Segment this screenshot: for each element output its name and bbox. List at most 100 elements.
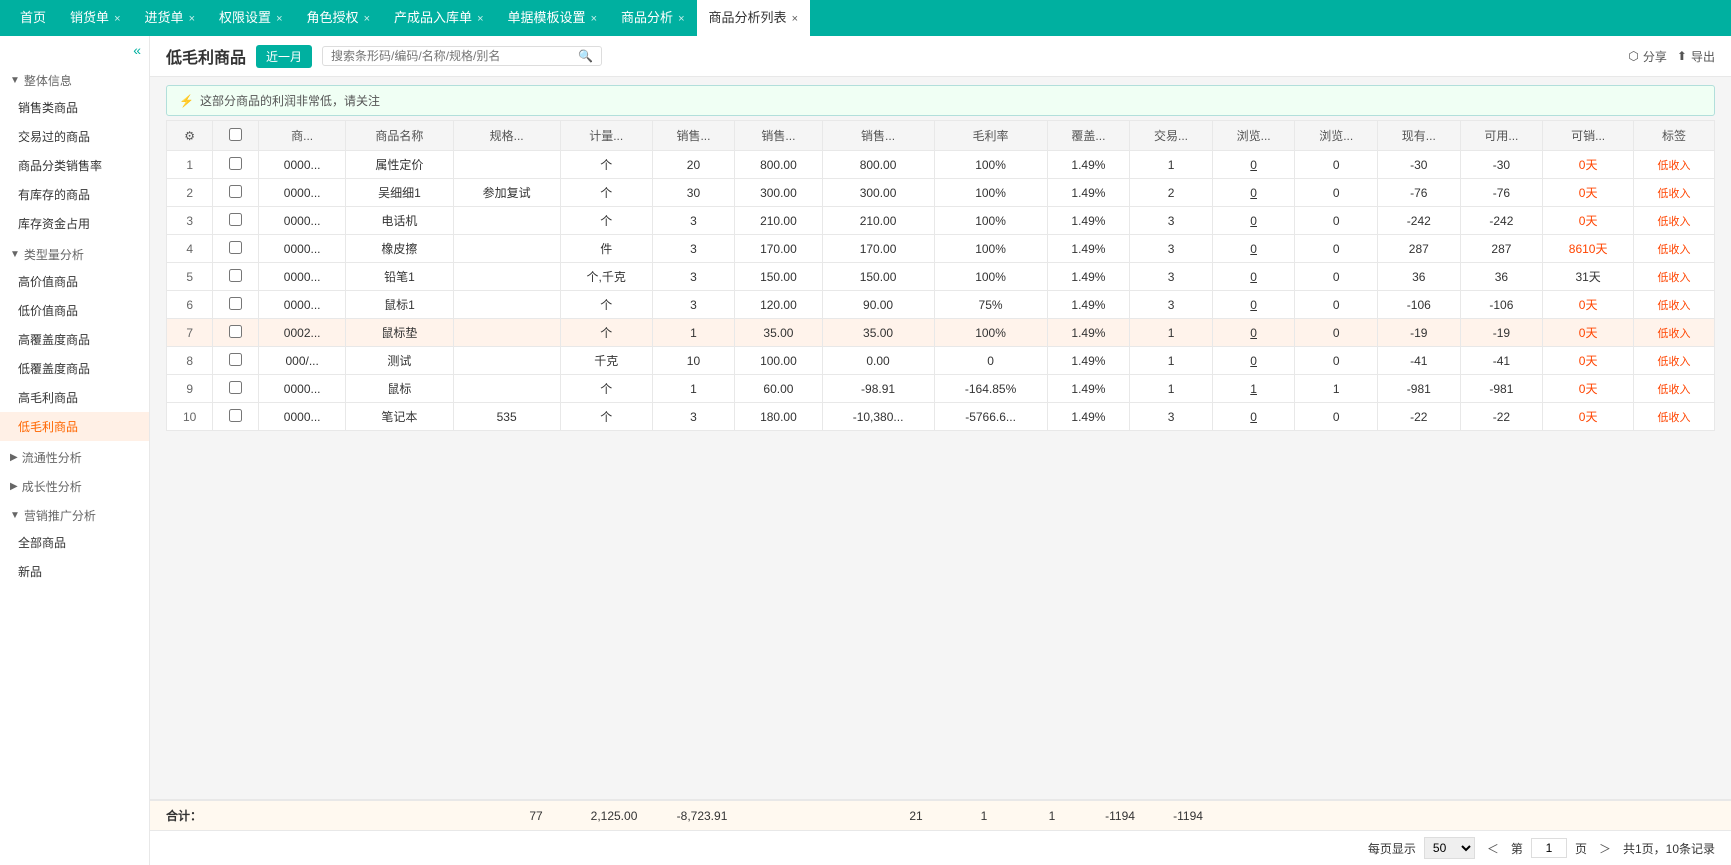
col-trade[interactable]: 交易... [1130,121,1213,151]
row-view1[interactable]: 0 [1212,403,1295,431]
row-check[interactable] [213,179,259,207]
row-check[interactable] [213,403,259,431]
col-name[interactable]: 商品名称 [346,121,453,151]
search-box[interactable]: 🔍 [322,46,602,66]
row-checkbox[interactable] [229,269,242,282]
nav-purchase[interactable]: 进货单 × [133,0,208,36]
sidebar-item-sales-goods[interactable]: 销售类商品 [0,93,149,122]
row-view1[interactable]: 0 [1212,319,1295,347]
row-view1[interactable]: 0 [1212,179,1295,207]
col-check[interactable] [213,121,259,151]
view1-link[interactable]: 0 [1250,270,1257,284]
sidebar-item-low-coverage[interactable]: 低覆盖度商品 [0,354,149,383]
nav-goods-analysis-list[interactable]: 商品分析列表 × [697,0,811,36]
view1-link[interactable]: 0 [1250,214,1257,228]
view1-link[interactable]: 0 [1250,410,1257,424]
row-check[interactable] [213,375,259,403]
col-stock-now[interactable]: 现有... [1378,121,1461,151]
sidebar-group-overall[interactable]: ▼ 整体信息 [0,64,149,93]
sidebar-item-stock-capital[interactable]: 库存资金占用 [0,209,149,238]
col-sales-price[interactable]: 销售... [735,121,822,151]
col-view1[interactable]: 浏览... [1212,121,1295,151]
col-stock-avail[interactable]: 可用... [1460,121,1543,151]
next-page-btn[interactable]: ＞ [1595,838,1615,859]
sidebar-item-instock-goods[interactable]: 有库存的商品 [0,180,149,209]
row-check[interactable] [213,263,259,291]
row-checkbox[interactable] [229,325,242,338]
col-sales-qty[interactable]: 销售... [652,121,735,151]
row-check[interactable] [213,151,259,179]
sidebar-group-type[interactable]: ▼ 类型量分析 [0,238,149,267]
row-checkbox[interactable] [229,213,242,226]
col-stock-sell[interactable]: 可销... [1543,121,1634,151]
row-check[interactable] [213,207,259,235]
data-table-container[interactable]: ⚙ 商... 商品名称 规格... 计量... 销售... 销售... 销售..… [166,120,1715,799]
row-view1[interactable]: 0 [1212,207,1295,235]
view1-link[interactable]: 0 [1250,186,1257,200]
export-btn[interactable]: ⬆ 导出 [1677,48,1715,65]
nav-sales[interactable]: 销货单 × [58,0,133,36]
row-view1[interactable]: 0 [1212,151,1295,179]
sidebar-collapse-btn[interactable]: « [133,42,141,58]
row-check[interactable] [213,291,259,319]
sidebar-group-growth[interactable]: ▶ 成长性分析 [0,470,149,499]
row-view1[interactable]: 0 [1212,263,1295,291]
view1-link[interactable]: 0 [1250,298,1257,312]
col-sales-profit[interactable]: 销售... [822,121,934,151]
nav-home[interactable]: 首页 [8,0,58,36]
sidebar-item-low-value[interactable]: 低价值商品 [0,296,149,325]
sidebar-item-high-coverage[interactable]: 高覆盖度商品 [0,325,149,354]
nav-permission[interactable]: 权限设置 × [207,0,295,36]
view1-link[interactable]: 0 [1250,326,1257,340]
col-code[interactable]: 商... [258,121,345,151]
row-check[interactable] [213,347,259,375]
sidebar-item-low-margin[interactable]: 低毛利商品 [0,412,149,441]
sidebar-item-all-goods[interactable]: 全部商品 [0,528,149,557]
sidebar-item-high-margin[interactable]: 高毛利商品 [0,383,149,412]
nav-template[interactable]: 单据模板设置 × [496,0,610,36]
current-page-input[interactable] [1531,838,1567,858]
view1-link[interactable]: 0 [1250,242,1257,256]
row-checkbox[interactable] [229,297,242,310]
col-margin-rate[interactable]: 毛利率 [934,121,1047,151]
sidebar-item-category-rate[interactable]: 商品分类销售率 [0,151,149,180]
row-view1[interactable]: 1 [1212,375,1295,403]
row-check[interactable] [213,319,259,347]
view1-link[interactable]: 0 [1250,158,1257,172]
col-tag[interactable]: 标签 [1634,121,1715,151]
row-view1[interactable]: 0 [1212,235,1295,263]
row-checkbox[interactable] [229,157,242,170]
row-checkbox[interactable] [229,185,242,198]
view1-link[interactable]: 0 [1250,354,1257,368]
nav-goods-analysis[interactable]: 商品分析 × [609,0,697,36]
row-checkbox[interactable] [229,353,242,366]
sidebar-group-flow[interactable]: ▶ 流通性分析 [0,441,149,470]
row-view1[interactable]: 0 [1212,291,1295,319]
nav-role[interactable]: 角色授权 × [295,0,383,36]
sidebar-group-marketing[interactable]: ▼ 营销推广分析 [0,499,149,528]
row-check[interactable] [213,235,259,263]
row-checkbox[interactable] [229,409,242,422]
per-page-select[interactable]: 50 20 100 [1424,837,1475,859]
select-all-checkbox[interactable] [229,128,242,141]
row-checkbox[interactable] [229,241,242,254]
view1-link[interactable]: 1 [1250,382,1257,396]
prev-page-btn[interactable]: ＜ [1483,838,1503,859]
col-settings[interactable]: ⚙ [167,121,213,151]
search-input[interactable] [331,49,578,63]
sidebar-item-new-goods[interactable]: 新品 [0,557,149,586]
sidebar-item-high-value[interactable]: 高价值商品 [0,267,149,296]
col-view2[interactable]: 浏览... [1295,121,1378,151]
row-unit: 个 [560,319,652,347]
row-cover: 1.49% [1047,347,1130,375]
sidebar-item-traded-goods[interactable]: 交易过的商品 [0,122,149,151]
col-cover[interactable]: 覆盖... [1047,121,1130,151]
share-btn[interactable]: ⬡ 分享 [1628,48,1667,65]
date-filter-btn[interactable]: 近一月 [256,45,312,68]
row-code: 0000... [258,207,345,235]
row-checkbox[interactable] [229,381,242,394]
row-view1[interactable]: 0 [1212,347,1295,375]
col-unit[interactable]: 计量... [560,121,652,151]
nav-product-stock[interactable]: 产成品入库单 × [382,0,496,36]
col-spec[interactable]: 规格... [453,121,560,151]
